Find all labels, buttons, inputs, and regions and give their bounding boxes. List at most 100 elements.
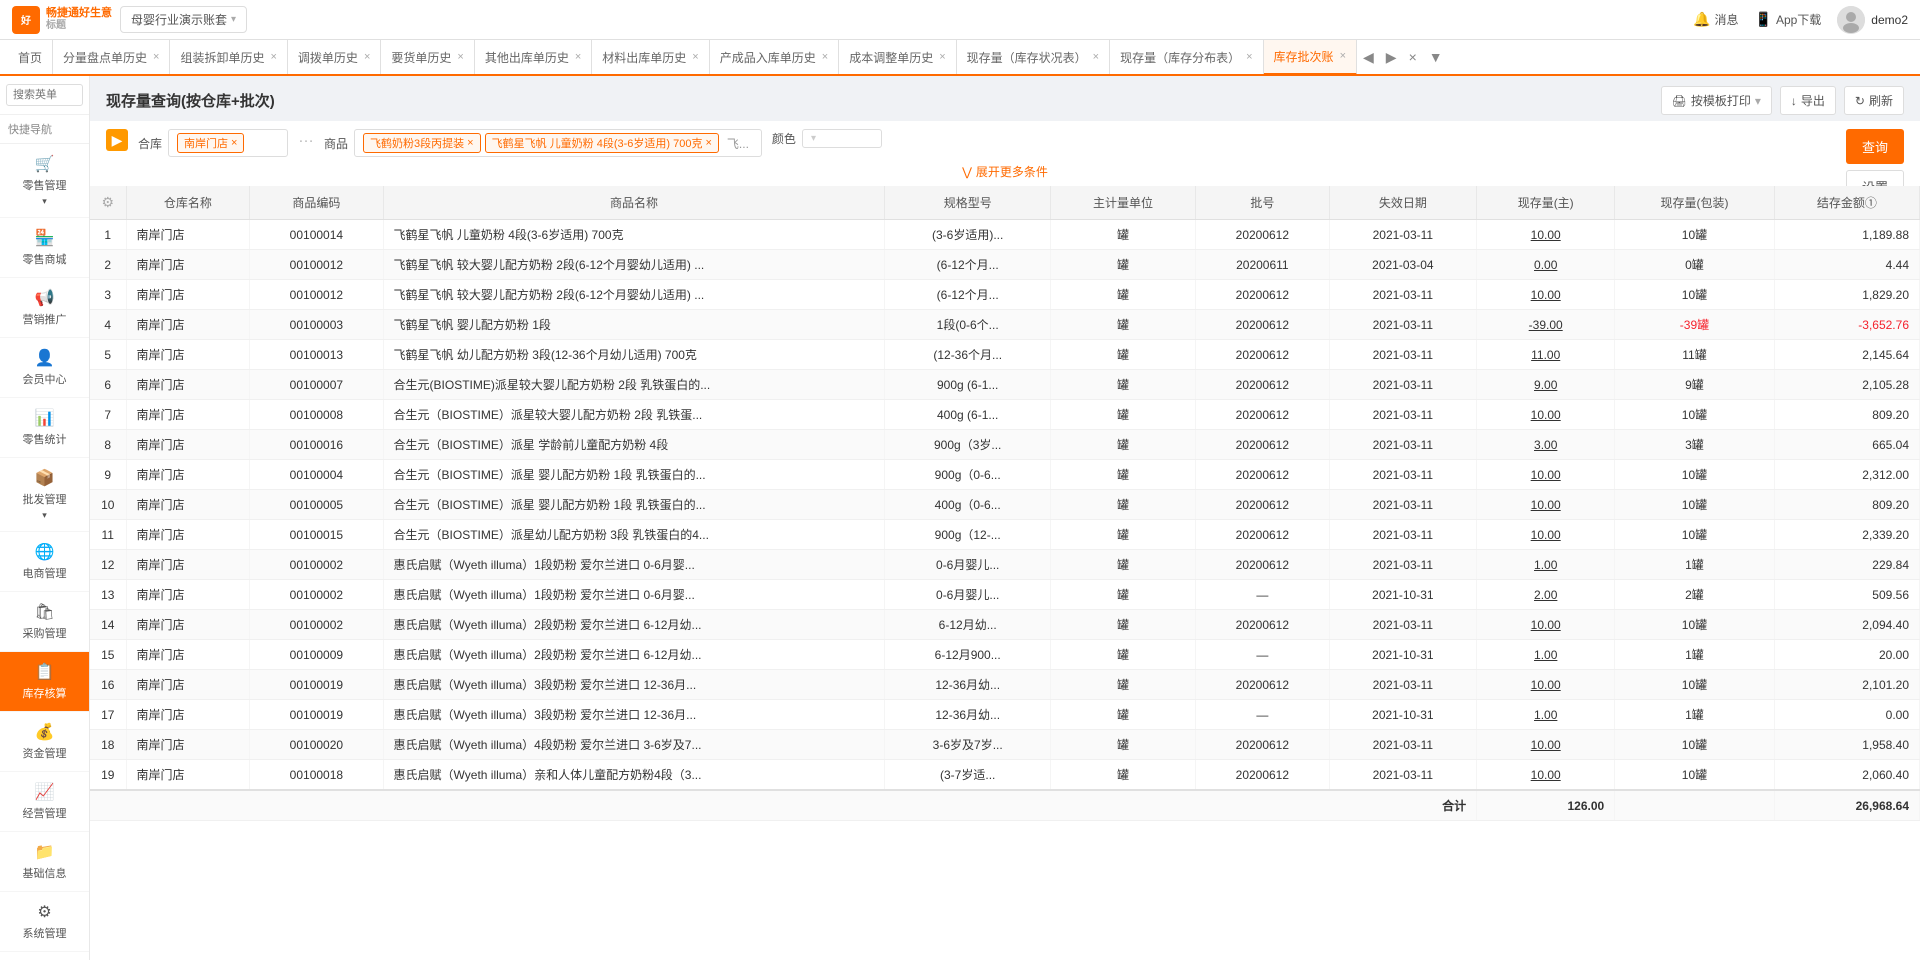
tab-home[interactable]: 首页 — [8, 40, 53, 75]
expand-more-btn[interactable]: ⋁ 展开更多条件 — [106, 157, 1904, 182]
sidebar-nav-label[interactable]: 快捷导航 — [0, 115, 89, 144]
cell-expire: 2021-10-31 — [1329, 700, 1477, 730]
tab-zu-chai[interactable]: 组装拆卸单历史 × — [170, 40, 287, 75]
message-btn[interactable]: 🔔 消息 — [1693, 11, 1738, 28]
cell-stock-main[interactable]: 10.00 — [1477, 490, 1615, 520]
cell-stock-main[interactable]: 3.00 — [1477, 430, 1615, 460]
tab-xian-cun-fen[interactable]: 现存量（库存分布表） × — [1110, 40, 1263, 75]
warehouse-tag-close-icon[interactable]: × — [231, 137, 237, 149]
username[interactable]: demo2 — [1871, 13, 1908, 27]
app-icon: 📱 — [1755, 11, 1772, 28]
tab-fen-pan[interactable]: 分量盘点单历史 × — [53, 40, 170, 75]
cell-stock-main[interactable]: 0.00 — [1477, 250, 1615, 280]
cell-stock-main[interactable]: 1.00 — [1477, 640, 1615, 670]
sidebar-item-member[interactable]: 👤 会员中心 — [0, 338, 89, 398]
tab-tiao-bo[interactable]: 调拨单历史 × — [288, 40, 381, 75]
product-tag-2-close-icon[interactable]: × — [705, 137, 711, 149]
cell-stock-main[interactable]: 10.00 — [1477, 400, 1615, 430]
print-btn[interactable]: 🖨 按模板打印 ▾ — [1661, 86, 1772, 115]
color-filter-input[interactable]: ▾ — [802, 129, 882, 148]
tab-close-icon[interactable]: × — [822, 51, 828, 63]
cell-stock-main[interactable]: 10.00 — [1477, 730, 1615, 760]
cell-stock-main[interactable]: 9.00 — [1477, 370, 1615, 400]
cell-stock-main[interactable]: 10.00 — [1477, 670, 1615, 700]
tab-cai-liao[interactable]: 材料出库单历史 × — [592, 40, 709, 75]
tab-cheng-ben[interactable]: 成本调整单历史 × — [839, 40, 956, 75]
product-tag-1[interactable]: 飞鹤奶粉3段丙提装 × — [363, 133, 481, 153]
tab-close-all-btn[interactable]: × — [1403, 40, 1423, 75]
tab-close-icon[interactable]: × — [1093, 51, 1099, 63]
sidebar-item-inventory[interactable]: 📋 库存核算 — [0, 652, 89, 712]
expand-more-icon: ⋁ — [962, 165, 972, 179]
cell-stock-main[interactable]: 1.00 — [1477, 700, 1615, 730]
filter-expand-btn[interactable]: ▶ — [106, 129, 128, 151]
tab-close-icon[interactable]: × — [364, 51, 370, 63]
tab-close-icon[interactable]: × — [692, 51, 698, 63]
tab-close-icon[interactable]: × — [153, 51, 159, 63]
sidebar-item-corp[interactable]: 🤝 企业协同 — [0, 952, 89, 960]
sidebar-item-system[interactable]: ⚙ 系统管理 — [0, 892, 89, 952]
sidebar-item-finance[interactable]: 💰 资金管理 — [0, 712, 89, 772]
tab-close-icon[interactable]: × — [270, 51, 276, 63]
tab-close-icon[interactable]: × — [939, 51, 945, 63]
tab-close-icon[interactable]: × — [1246, 51, 1252, 63]
product-tag-2[interactable]: 飞鹤星飞帆 儿童奶粉 4段(3-6岁适用) 700克 × — [485, 133, 719, 153]
search-input[interactable] — [6, 84, 83, 106]
cell-stock-main[interactable]: 10.00 — [1477, 760, 1615, 791]
tab-close-icon[interactable]: × — [457, 51, 463, 63]
sidebar-item-stats[interactable]: 📊 零售统计 — [0, 398, 89, 458]
product-tag-1-close-icon[interactable]: × — [467, 137, 473, 149]
product-tag-group[interactable]: 飞鹤奶粉3段丙提装 × 飞鹤星飞帆 儿童奶粉 4段(3-6岁适用) 700克 ×… — [354, 129, 762, 157]
sidebar-item-purchase[interactable]: 🛍 采购管理 — [0, 592, 89, 652]
export-btn[interactable]: ↓ 导出 — [1780, 86, 1836, 115]
cell-batch: 20200612 — [1196, 730, 1329, 760]
sidebar-item-operation[interactable]: 📈 经营管理 — [0, 772, 89, 832]
cell-stock-main[interactable]: 10.00 — [1477, 460, 1615, 490]
query-btn[interactable]: 查询 — [1846, 129, 1904, 164]
cell-stock-main[interactable]: 10.00 — [1477, 280, 1615, 310]
tab-qi-ta-chu[interactable]: 其他出库单历史 × — [475, 40, 592, 75]
product-more-dots[interactable]: 飞... — [723, 135, 753, 152]
cell-stock-main[interactable]: 2.00 — [1477, 580, 1615, 610]
cell-batch: 20200612 — [1196, 610, 1329, 640]
warehouse-tag-group[interactable]: 南岸门店 × — [168, 129, 288, 157]
cell-unit: 罐 — [1050, 340, 1195, 370]
sidebar-item-shop[interactable]: 🏪 零售商城 — [0, 218, 89, 278]
tab-next-btn[interactable]: ▶ — [1380, 40, 1403, 75]
tab-yao-huo[interactable]: 要货单历史 × — [381, 40, 474, 75]
tab-ku-cun-pi[interactable]: 库存批次账 × — [1264, 40, 1357, 75]
cell-seq: 15 — [90, 640, 126, 670]
cell-stock-main[interactable]: -39.00 — [1477, 310, 1615, 340]
tab-close-icon[interactable]: × — [575, 51, 581, 63]
cell-code: 00100016 — [250, 430, 383, 460]
data-table: ⚙ 仓库名称 商品编码 商品名称 规格型号 主计量单位 批号 失效日期 现存量(… — [90, 186, 1920, 821]
cell-stock-main[interactable]: 11.00 — [1477, 340, 1615, 370]
sidebar-item-wholesale[interactable]: 📦 批发管理 ▾ — [0, 458, 89, 532]
inventory-icon: 📋 — [35, 662, 55, 682]
store-selector[interactable]: 母婴行业演示账套 ▾ — [120, 6, 247, 33]
app-download-btn[interactable]: 📱 App下载 — [1755, 11, 1822, 28]
cell-unit: 罐 — [1050, 760, 1195, 791]
cell-stock-main[interactable]: 10.00 — [1477, 610, 1615, 640]
sidebar-item-ecommerce[interactable]: 🌐 电商管理 — [0, 532, 89, 592]
cell-balance: 4.44 — [1774, 250, 1919, 280]
col-gear[interactable]: ⚙ — [90, 186, 126, 220]
cell-name: 飞鹤星飞帆 婴儿配方奶粉 1段 — [383, 310, 885, 340]
cell-stock-main[interactable]: 1.00 — [1477, 550, 1615, 580]
sidebar-item-retail[interactable]: 🛒 零售管理 ▾ — [0, 144, 89, 218]
filter-more-dots[interactable]: … — [298, 129, 314, 147]
sidebar-item-basic[interactable]: 📁 基础信息 — [0, 832, 89, 892]
tab-menu-btn[interactable]: ▼ — [1423, 40, 1449, 75]
tab-chan-pin[interactable]: 产成品入库单历史 × — [710, 40, 839, 75]
tab-prev-btn[interactable]: ◀ — [1357, 40, 1380, 75]
cell-stock-main[interactable]: 10.00 — [1477, 220, 1615, 250]
cell-stock-main[interactable]: 10.00 — [1477, 520, 1615, 550]
sidebar-item-promo[interactable]: 📢 营销推广 — [0, 278, 89, 338]
cell-warehouse: 南岸门店 — [126, 760, 250, 791]
refresh-btn[interactable]: ↻ 刷新 — [1844, 86, 1904, 115]
tab-close-icon[interactable]: × — [1340, 50, 1346, 62]
cell-unit: 罐 — [1050, 730, 1195, 760]
warehouse-tag[interactable]: 南岸门店 × — [177, 133, 244, 153]
gear-icon[interactable]: ⚙ — [101, 194, 114, 210]
tab-xian-cun-ku[interactable]: 现存量（库存状况表） × — [957, 40, 1110, 75]
